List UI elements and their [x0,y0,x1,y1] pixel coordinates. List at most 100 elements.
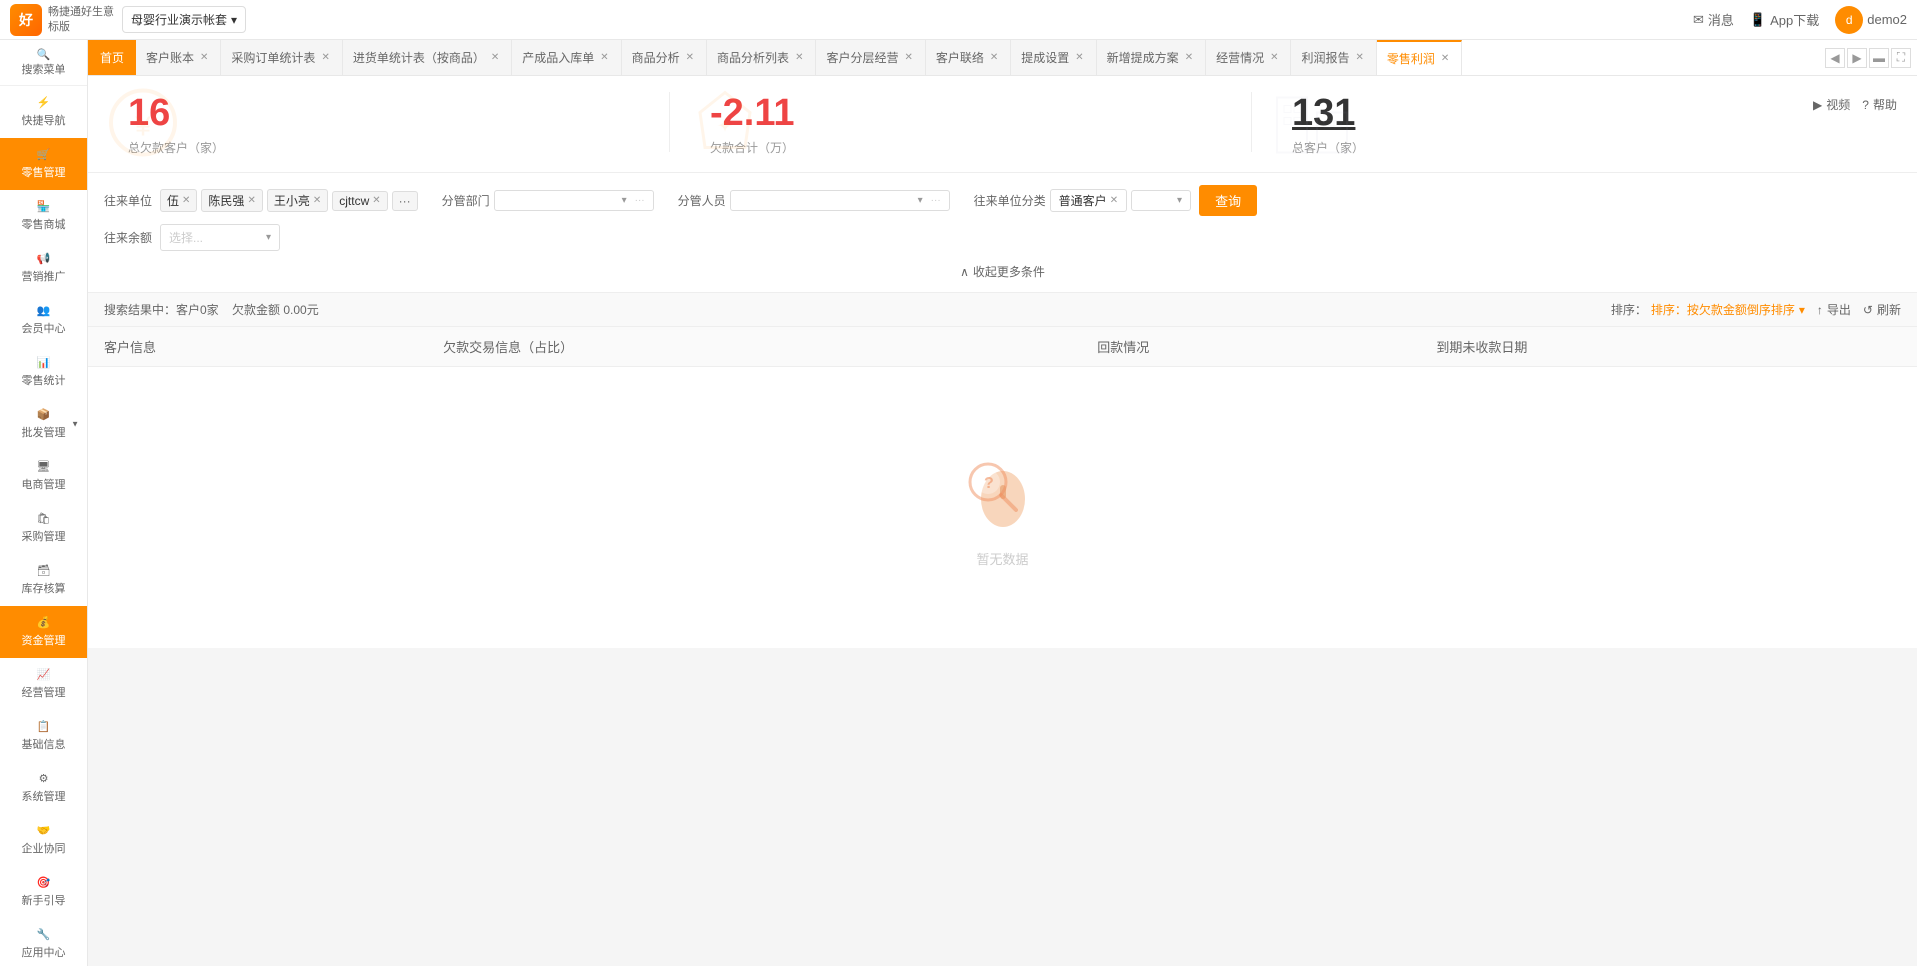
table-header: 客户信息 欠款交易信息（占比） 回款情况 到期未收款日期 [88,327,1917,367]
help-icon: ? [1862,98,1869,112]
balance-filter-label: 往来余额 [104,229,152,246]
export-btn[interactable]: ↑ 导出 [1817,301,1851,318]
tab-customer-contact[interactable]: 客户联络 ✕ [926,40,1011,76]
sidebar-item-operations[interactable]: 📈 经营管理 [0,658,87,710]
avatar: d [1835,6,1863,34]
person-select-arrow: ▾ [918,195,923,206]
chevron-down-icon: ▾ [231,13,237,27]
close-tab-commission[interactable]: ✕ [1073,51,1085,64]
close-tab-purchase[interactable]: ✕ [319,51,331,64]
dept-select[interactable]: ▾ ··· [494,190,654,211]
close-tab-retail-profit[interactable]: ✕ [1439,52,1451,65]
video-btn[interactable]: ▶ 视频 [1813,96,1850,113]
sidebar-item-app-center[interactable]: 🔧 应用中心 [0,918,87,966]
top-bar-right: ✉ 消息 📱 App下载 d demo2 [1693,6,1907,34]
tab-customer-layer[interactable]: 客户分层经营 ✕ [816,40,925,76]
sidebar-item-guide[interactable]: 🎯 新手引导 [0,866,87,918]
tab-customer-ledger[interactable]: 客户账本 ✕ [136,40,221,76]
close-tab-purchase-goods[interactable]: ✕ [489,51,501,64]
close-tab-goods-analysis[interactable]: ✕ [684,51,696,64]
toggle-more-btn[interactable]: ∧ 收起更多条件 [944,263,1061,280]
close-tab-customer-contact[interactable]: ✕ [988,51,1000,64]
logo-area: 好 畅捷通好生意 标版 [10,4,114,36]
company-selector[interactable]: 母婴行业演示帐套 ▾ [122,6,246,33]
tab-retail-profit[interactable]: 零售利润 ✕ [1377,40,1462,76]
tab-operations[interactable]: 经营情况 ✕ [1206,40,1291,76]
tab-scroll-left[interactable]: ◀ [1825,48,1845,68]
class-select[interactable]: ▾ [1131,190,1191,211]
close-tab-customer-ledger[interactable]: ✕ [198,51,210,64]
sidebar-item-collab[interactable]: 🤝 企业协同 [0,814,87,866]
unit-tag-wu: 伍 ✕ [160,189,197,212]
result-actions: 排序： 排序：按欠款金额倒序排序 ▾ ↑ 导出 ↺ 刷新 [1611,301,1901,318]
col-customer-info: 客户信息 [88,327,427,367]
tab-scroll-right[interactable]: ▶ [1847,48,1867,68]
unit-tag-cjttcw: cjttcw ✕ [332,191,387,211]
close-tab-operations[interactable]: ✕ [1268,51,1280,64]
close-tab-finished[interactable]: ✕ [598,51,610,64]
sidebar-item-member-center[interactable]: 👥 会员中心 [0,294,87,346]
guide-icon: 🎯 [37,876,51,889]
tab-purchase-order-stats[interactable]: 采购订单统计表 ✕ [221,40,342,76]
tab-goods-analysis[interactable]: 商品分析 ✕ [622,40,707,76]
sidebar-item-ecommerce[interactable]: 🖥 电商管理 [0,450,87,502]
close-tab-profit[interactable]: ✕ [1354,51,1366,64]
dept-select-arrow: ▾ [622,195,627,206]
col-overdue-date: 到期未收款日期 [1420,327,1917,367]
stat-icon-diamond: ✦ [690,88,760,158]
message-btn[interactable]: ✉ 消息 [1693,10,1734,29]
page-inner: ¥ 16 总欠款客户（家） [88,76,1917,648]
tab-purchase-stats-by-goods[interactable]: 进货单统计表（按商品） ✕ [343,40,512,76]
tab-expand[interactable]: ⛶ [1891,48,1911,68]
help-btn[interactable]: ? 帮助 [1862,96,1897,113]
sidebar-item-retail-mall[interactable]: 🏪 零售商城 [0,190,87,242]
sidebar-item-quick-nav[interactable]: ⚡ 快捷导航 [0,86,87,138]
dept-select-more: ··· [635,195,645,206]
remove-class-tag[interactable]: ✕ [1110,195,1118,206]
empty-row: ? 暂无数据 [88,367,1917,649]
sidebar-item-system[interactable]: ⚙ 系统管理 [0,762,87,814]
basic-info-icon: 📋 [37,720,51,733]
tab-finished-goods[interactable]: 产成品入库单 ✕ [512,40,621,76]
close-tab-customer-layer[interactable]: ✕ [902,51,914,64]
sidebar-item-finance[interactable]: 💰 资金管理 [0,606,87,658]
sidebar-item-basic-info[interactable]: 📋 基础信息 [0,710,87,762]
class-select-arrow: ▾ [1177,195,1182,206]
tab-goods-analysis-list[interactable]: 商品分析列表 ✕ [707,40,816,76]
tab-home[interactable]: 首页 [88,40,136,76]
stats-bar: ¥ 16 总欠款客户（家） [88,76,1917,173]
sidebar-item-marketing[interactable]: 📢 营销推广 [0,242,87,294]
remove-tag-wang[interactable]: ✕ [313,195,321,206]
sidebar-search-btn[interactable]: 🔍 搜索菜单 [0,40,87,86]
sidebar-item-inventory[interactable]: 🗃 库存核算 [0,554,87,606]
balance-select[interactable]: 选择... ▾ [160,224,280,251]
tab-profit-report[interactable]: 利润报告 ✕ [1291,40,1376,76]
remove-tag-wu[interactable]: ✕ [182,195,190,206]
person-select[interactable]: ▾ ··· [730,190,950,211]
stat-icon-yen: ¥ [108,88,178,158]
unit-more-tags[interactable]: ··· [392,191,418,211]
tab-commission-settings[interactable]: 提成设置 ✕ [1011,40,1096,76]
close-tab-goods-list[interactable]: ✕ [793,51,805,64]
refresh-btn[interactable]: ↺ 刷新 [1863,301,1901,318]
sidebar-item-purchase-mgmt[interactable]: 🛍 采购管理 [0,502,87,554]
filter-row-2: 往来余额 选择... ▾ [104,224,1901,251]
remove-tag-cjttcw[interactable]: ✕ [372,195,380,206]
empty-state: ? 暂无数据 [88,367,1917,648]
video-icon: ▶ [1813,98,1822,112]
operations-icon: 📈 [37,668,51,681]
tab-new-commission-plan[interactable]: 新增提成方案 ✕ [1097,40,1206,76]
sidebar-item-wholesale-mgmt[interactable]: 📦 批发管理 [0,398,87,450]
sidebar-item-retail-mgmt[interactable]: 🛒 零售管理 [0,138,87,190]
content-area: 首页 客户账本 ✕ 采购订单统计表 ✕ 进货单统计表（按商品） ✕ [88,40,1917,966]
remove-tag-chen[interactable]: ✕ [247,195,255,206]
query-button[interactable]: 查询 [1199,185,1257,216]
filter-row-1: 往来单位 伍 ✕ 陈民强 ✕ [104,185,1901,216]
app-download-btn[interactable]: 📱 App下载 [1750,10,1819,29]
user-menu[interactable]: d demo2 [1835,6,1907,34]
unit-filter-tags: 伍 ✕ 陈民强 ✕ 王小亮 ✕ [160,189,418,212]
close-tab-commission-plan[interactable]: ✕ [1183,51,1195,64]
tab-minimize[interactable]: ▬ [1869,48,1889,68]
sidebar-item-retail-stats[interactable]: 📊 零售统计 [0,346,87,398]
stats-icon: 📊 [37,356,51,369]
